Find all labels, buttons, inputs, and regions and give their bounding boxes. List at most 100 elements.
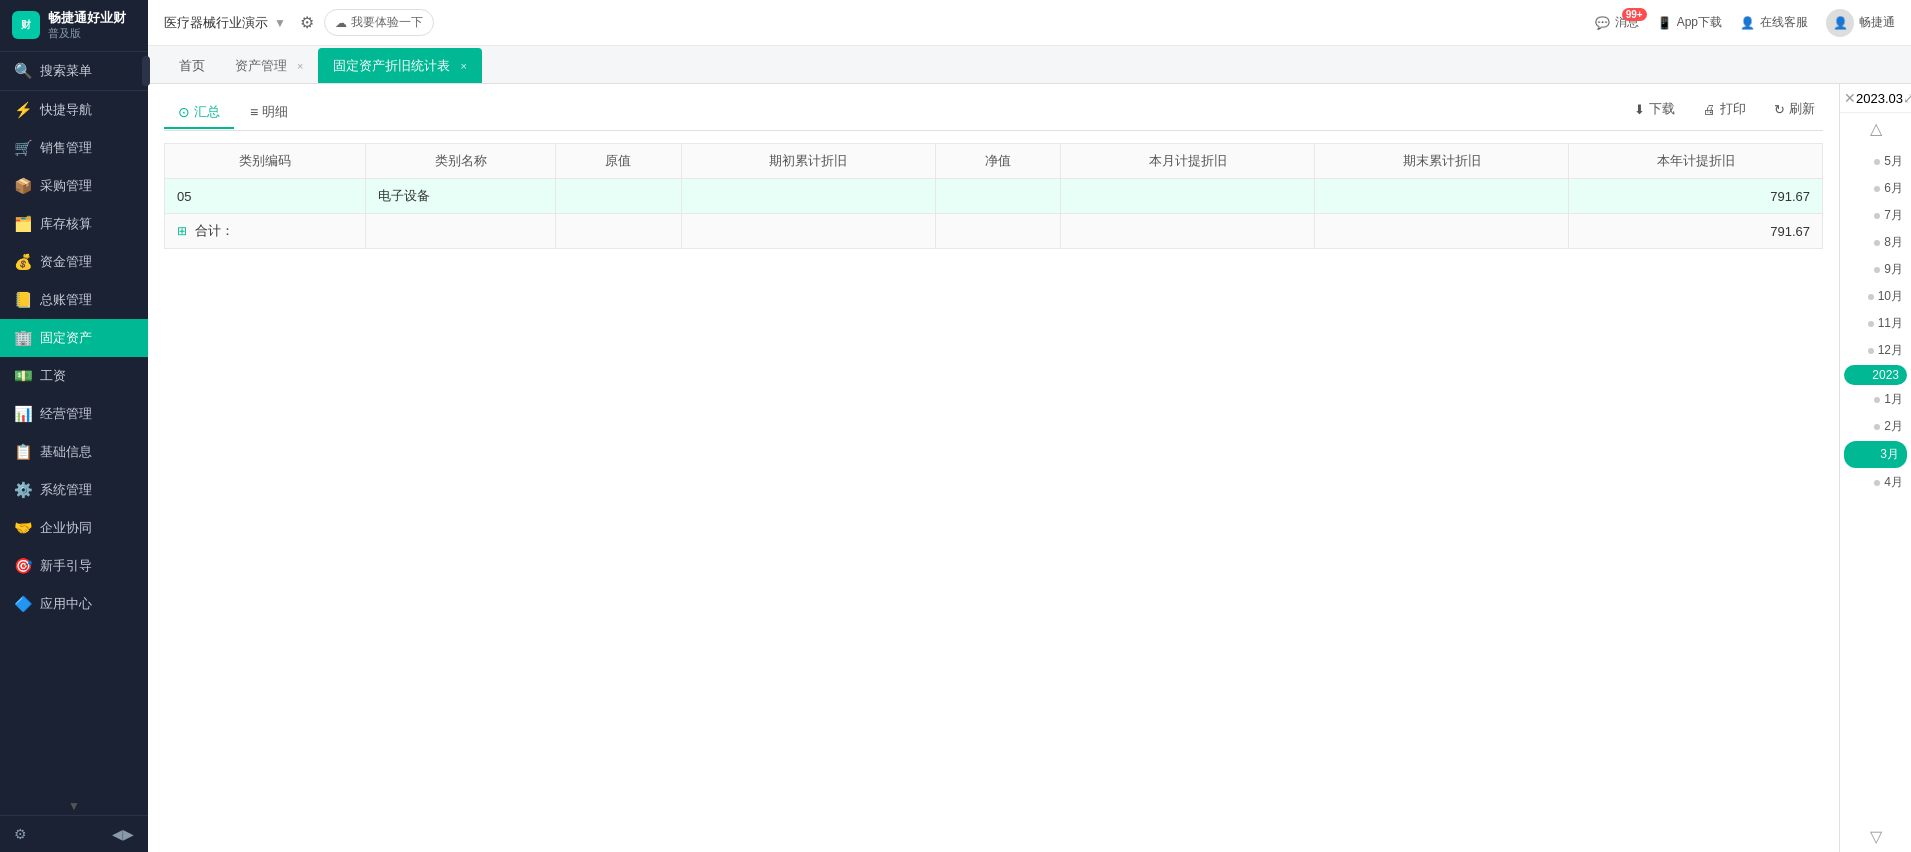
total-initial-accumulated	[681, 214, 935, 249]
messages-badge: 99+	[1622, 8, 1647, 21]
app-name: 畅捷通好业财	[48, 10, 126, 26]
tab-depreciation-report-close[interactable]: ×	[460, 60, 466, 72]
tab-depreciation-report-label: 固定资产折旧统计表	[333, 57, 450, 75]
sidebar-item-salary[interactable]: 💵 工资	[0, 357, 148, 395]
month-item-5[interactable]: 5月	[1840, 148, 1911, 175]
tab-asset-management-close[interactable]: ×	[297, 60, 303, 72]
sidebar-scroll-down-indicator: ▼	[68, 799, 80, 813]
system-icon: ⚙️	[14, 481, 32, 499]
tab-home[interactable]: 首页	[164, 48, 220, 83]
tab-asset-management-label: 资产管理	[235, 57, 287, 75]
month-list: 5月 6月 7月 8月 9月	[1840, 144, 1911, 821]
month-item-2023-3[interactable]: 3月	[1844, 441, 1907, 468]
sidebar-item-sales[interactable]: 🛒 销售管理	[0, 129, 148, 167]
app-title-group: 畅捷通好业财 普及版	[48, 10, 126, 41]
panel-nav-down-button[interactable]: ▽	[1840, 821, 1911, 852]
main-area: 医疗器械行业演示 ▼ ⚙ ☁ 我要体验一下 💬 消息 99+ 📱 App下载 👤…	[148, 0, 1911, 852]
month-dot-2023-1	[1874, 397, 1880, 403]
sidebar-item-enterprise[interactable]: 🤝 企业协同	[0, 509, 148, 547]
month-item-7[interactable]: 7月	[1840, 202, 1911, 229]
sidebar-item-purchase[interactable]: 📦 采购管理	[0, 167, 148, 205]
total-net-value	[935, 214, 1061, 249]
download-button[interactable]: ⬇ 下载	[1626, 96, 1683, 122]
month-label-5: 5月	[1884, 153, 1903, 170]
month-dot-2023-4	[1874, 480, 1880, 486]
messages-button[interactable]: 💬 消息 99+	[1595, 14, 1639, 31]
total-row: ⊞ 合计： 791.67	[165, 214, 1823, 249]
year-marker-2023[interactable]: 2023	[1844, 365, 1907, 385]
app-center-label: 应用中心	[40, 595, 92, 613]
app-download-button[interactable]: 📱 App下载	[1657, 14, 1722, 31]
tab-depreciation-report[interactable]: 固定资产折旧统计表 ×	[318, 48, 481, 83]
quicknav-icon: ⚡	[14, 101, 32, 119]
finance-icon: 💰	[14, 253, 32, 271]
sub-tab-detail[interactable]: ≡ 明细	[236, 97, 302, 129]
panel-close-button[interactable]: ✕	[1844, 90, 1856, 106]
month-item-2023-2[interactable]: 2月	[1840, 413, 1911, 440]
inventory-icon: 🗂️	[14, 215, 32, 233]
salary-label: 工资	[40, 367, 66, 385]
month-item-8[interactable]: 8月	[1840, 229, 1911, 256]
online-service-button[interactable]: 👤 在线客服	[1740, 14, 1808, 31]
sidebar-nav: 🛒 销售管理 📦 采购管理 🗂️ 库存核算 💰 资金管理 📒 总账管理 🏢 固定…	[0, 129, 148, 796]
month-item-9[interactable]: 9月	[1840, 256, 1911, 283]
refresh-button[interactable]: ↻ 刷新	[1766, 96, 1823, 122]
col-header-net-value: 净值	[935, 144, 1061, 179]
sidebar-item-search[interactable]: 🔍 搜索菜单	[0, 52, 148, 91]
app-download-label: App下载	[1677, 14, 1722, 31]
guide-label: 新手引导	[40, 557, 92, 575]
user-area[interactable]: 👤 畅捷通	[1826, 9, 1895, 37]
print-button[interactable]: 🖨 打印	[1695, 96, 1754, 122]
sidebar-item-fixed-assets[interactable]: 🏢 固定资产	[0, 319, 148, 357]
sidebar-item-inventory[interactable]: 🗂️ 库存核算	[0, 205, 148, 243]
guide-icon: 🎯	[14, 557, 32, 575]
collapse-sidebar-icon[interactable]: ◀▶	[112, 826, 134, 842]
tab-home-label: 首页	[179, 57, 205, 75]
month-item-2023-1[interactable]: 1月	[1840, 386, 1911, 413]
total-current-year: 791.67	[1569, 214, 1823, 249]
sub-tab-summary[interactable]: ⊙ 汇总	[164, 97, 234, 129]
print-icon: 🖨	[1703, 102, 1716, 117]
table-toolbar: ⬇ 下载 🖨 打印 ↻ 刷新	[1626, 96, 1823, 122]
topbar-settings-icon[interactable]: ⚙	[300, 13, 314, 32]
month-label-2023-1: 1月	[1884, 391, 1903, 408]
online-service-label: 在线客服	[1760, 14, 1808, 31]
detail-tab-label: 明细	[262, 103, 288, 121]
settings-footer-icon[interactable]: ⚙	[14, 826, 27, 842]
download-label: 下载	[1649, 100, 1675, 118]
panel-expand-button[interactable]: ⤢	[1903, 90, 1911, 106]
experience-button[interactable]: ☁ 我要体验一下	[324, 9, 434, 36]
cell-net-value	[935, 179, 1061, 214]
col-header-current-year: 本年计提折旧	[1569, 144, 1823, 179]
month-item-6[interactable]: 6月	[1840, 175, 1911, 202]
sidebar-item-quicknav[interactable]: ⚡ 快捷导航	[0, 91, 148, 129]
month-item-11[interactable]: 11月	[1840, 310, 1911, 337]
sidebar-item-finance[interactable]: 💰 资金管理	[0, 243, 148, 281]
sidebar-item-app-center[interactable]: 🔷 应用中心	[0, 585, 148, 623]
month-label-2023-2: 2月	[1884, 418, 1903, 435]
enterprise-label: 企业协同	[40, 519, 92, 537]
detail-tab-icon: ≡	[250, 104, 258, 120]
content-main: ⊙ 汇总 ≡ 明细 ⬇ 下载 🖨 打印	[148, 84, 1839, 852]
topbar: 医疗器械行业演示 ▼ ⚙ ☁ 我要体验一下 💬 消息 99+ 📱 App下载 👤…	[148, 0, 1911, 46]
month-item-10[interactable]: 10月	[1840, 283, 1911, 310]
cell-name: 电子设备	[366, 179, 556, 214]
sidebar-item-ledger[interactable]: 📒 总账管理	[0, 281, 148, 319]
tab-asset-management[interactable]: 资产管理 ×	[220, 48, 318, 83]
month-item-12[interactable]: 12月	[1840, 337, 1911, 364]
company-selector[interactable]: 医疗器械行业演示 ▼	[164, 14, 286, 32]
sidebar-scrollbar[interactable]	[142, 56, 150, 86]
panel-nav-up-button[interactable]: △	[1840, 113, 1911, 144]
sidebar-item-basic-info[interactable]: 📋 基础信息	[0, 433, 148, 471]
month-label-8: 8月	[1884, 234, 1903, 251]
user-avatar: 👤	[1826, 9, 1854, 37]
sidebar-item-guide[interactable]: 🎯 新手引导	[0, 547, 148, 585]
month-item-2023-4[interactable]: 4月	[1840, 469, 1911, 496]
right-panel-header: ✕ 2023.03 ⤢	[1840, 84, 1911, 113]
col-header-name: 类别名称	[366, 144, 556, 179]
sales-icon: 🛒	[14, 139, 32, 157]
app-center-icon: 🔷	[14, 595, 32, 613]
purchase-label: 采购管理	[40, 177, 92, 195]
sidebar-item-operations[interactable]: 📊 经营管理	[0, 395, 148, 433]
sidebar-item-system[interactable]: ⚙️ 系统管理	[0, 471, 148, 509]
